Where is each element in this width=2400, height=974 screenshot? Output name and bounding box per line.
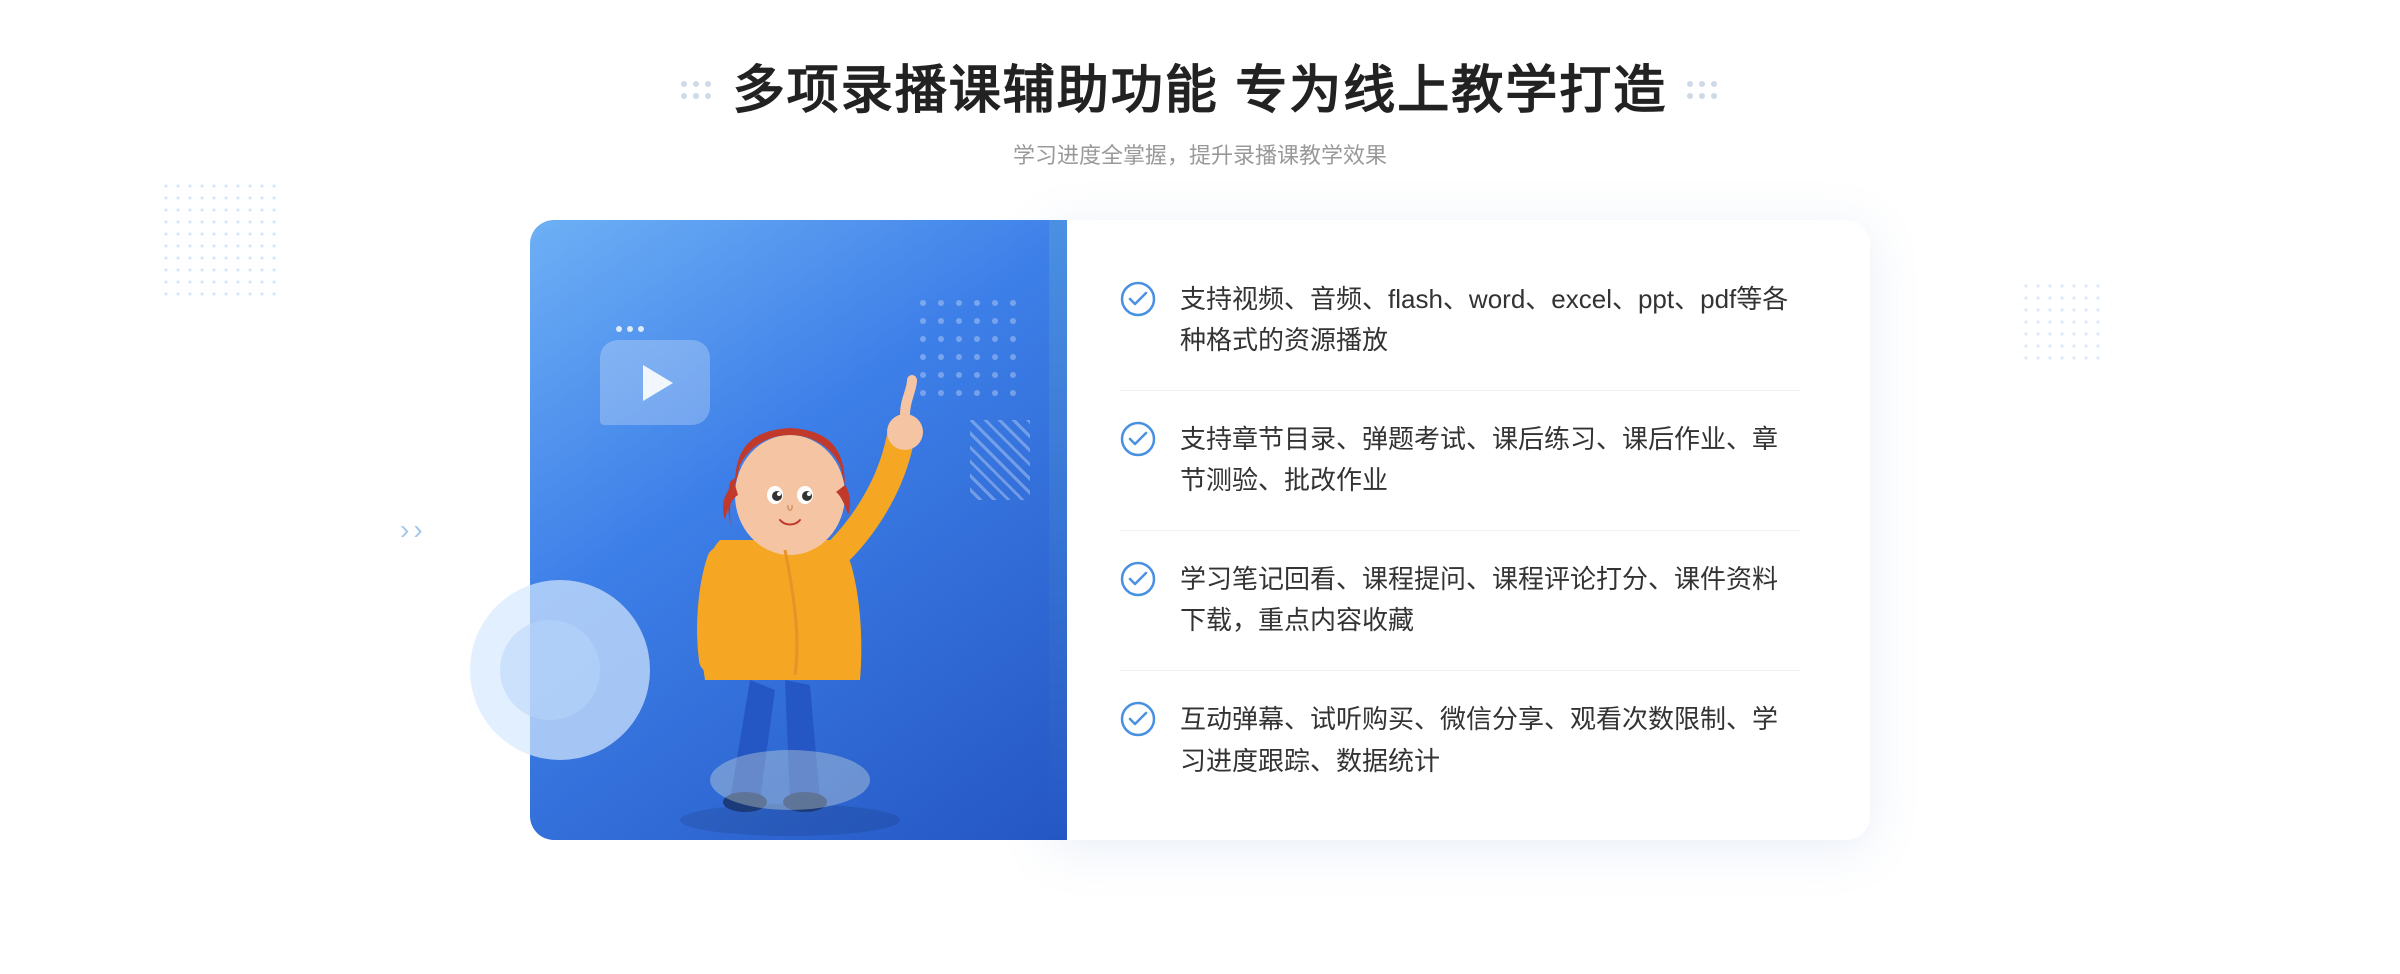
header-decorators: 多项录播课辅助功能 专为线上教学打造 bbox=[681, 60, 1719, 122]
header-section: 多项录播课辅助功能 专为线上教学打造 学习进度全掌握，提升录播课教学效果 bbox=[681, 60, 1719, 170]
left-arrows-decoration: › › bbox=[400, 516, 423, 544]
feature-text-4: 互动弹幕、试听购买、微信分享、观看次数限制、学习进度跟踪、数据统计 bbox=[1180, 699, 1800, 782]
decorator-dots-right bbox=[1687, 81, 1719, 101]
feature-item-4: 互动弹幕、试听购买、微信分享、观看次数限制、学习进度跟踪、数据统计 bbox=[1120, 671, 1800, 810]
check-icon-3 bbox=[1120, 561, 1156, 597]
feature-item-1: 支持视频、音频、flash、word、excel、ppt、pdf等各种格式的资源… bbox=[1120, 251, 1800, 391]
decorator-dots-left bbox=[681, 81, 713, 101]
deco-circle-small bbox=[500, 620, 600, 720]
illustration-panel bbox=[530, 220, 1050, 840]
check-icon-4 bbox=[1120, 701, 1156, 737]
features-panel: 支持视频、音频、flash、word、excel、ppt、pdf等各种格式的资源… bbox=[1050, 220, 1870, 840]
main-title: 多项录播课辅助功能 专为线上教学打造 bbox=[733, 60, 1667, 122]
feature-text-3: 学习笔记回看、课程提问、课程评论打分、课件资料下载，重点内容收藏 bbox=[1180, 559, 1800, 642]
feature-item-3: 学习笔记回看、课程提问、课程评论打分、课件资料下载，重点内容收藏 bbox=[1120, 531, 1800, 671]
page-wrapper: 多项录播课辅助功能 专为线上教学打造 学习进度全掌握，提升录播课教学效果 › › bbox=[0, 0, 2400, 974]
check-icon-2 bbox=[1120, 421, 1156, 457]
chevron-right-icon: › bbox=[400, 516, 409, 544]
feature-text-1: 支持视频、音频、flash、word、excel、ppt、pdf等各种格式的资源… bbox=[1180, 279, 1800, 362]
feature-item-2: 支持章节目录、弹题考试、课后练习、课后作业、章节测验、批改作业 bbox=[1120, 391, 1800, 531]
feature-text-2: 支持章节目录、弹题考试、课后练习、课后作业、章节测验、批改作业 bbox=[1180, 419, 1800, 502]
sub-title: 学习进度全掌握，提升录播课教学效果 bbox=[681, 138, 1719, 170]
chevron-right-icon-2: › bbox=[413, 516, 422, 544]
connector-bar bbox=[1049, 220, 1067, 840]
person-illustration bbox=[600, 320, 980, 840]
check-icon-1 bbox=[1120, 281, 1156, 317]
content-section: › › bbox=[500, 220, 1900, 840]
